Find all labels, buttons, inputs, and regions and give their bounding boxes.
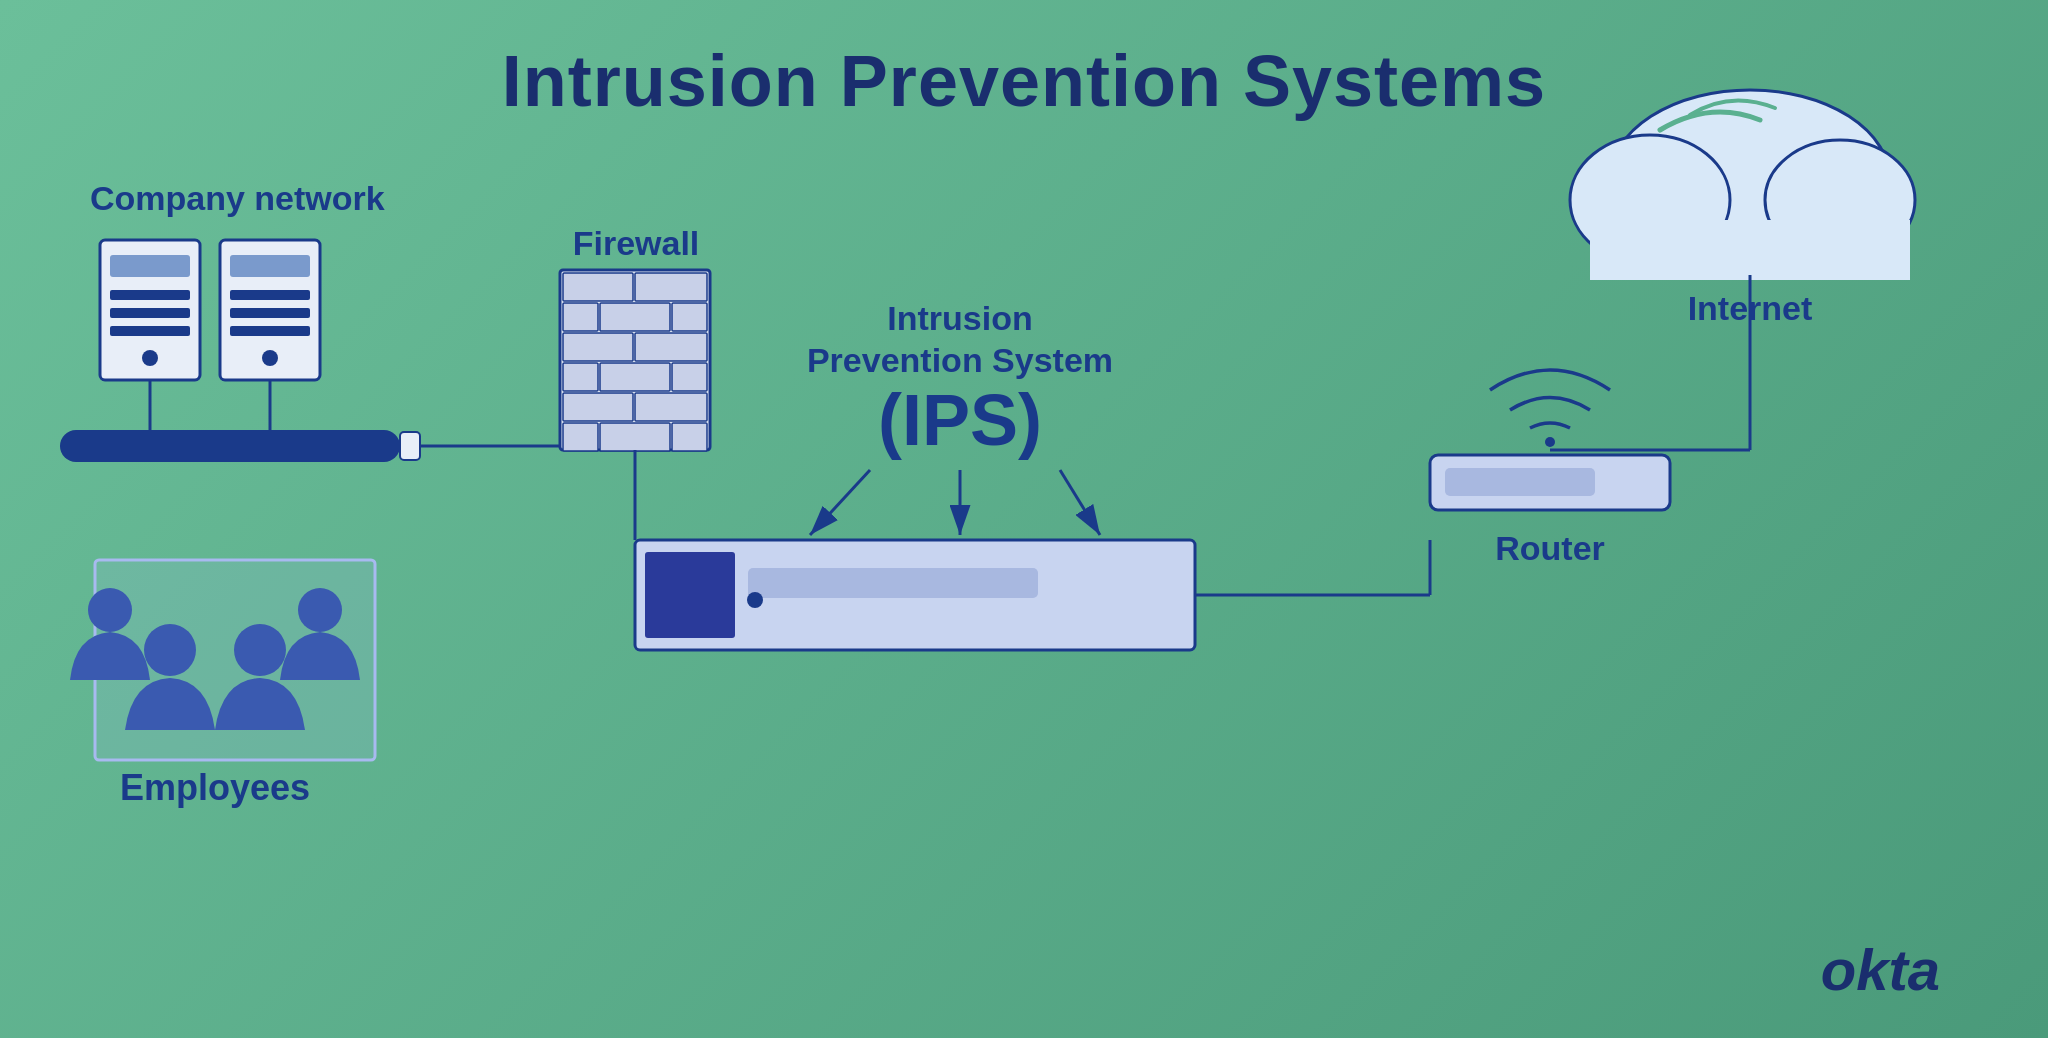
svg-point-43: [144, 624, 196, 676]
svg-rect-18: [563, 333, 633, 361]
svg-rect-28: [635, 540, 1195, 650]
svg-rect-2: [110, 290, 190, 300]
okta-brand: okta: [1821, 937, 1940, 1002]
svg-point-34: [1570, 135, 1730, 265]
internet-label: Internet: [1688, 289, 1813, 327]
employee-2: [280, 588, 360, 680]
employees-label: Employees: [120, 767, 310, 808]
router-icon: [1430, 370, 1670, 510]
switch-connector: [400, 432, 420, 460]
svg-point-38: [1545, 437, 1555, 447]
firewall-label: Firewall: [573, 224, 700, 262]
svg-rect-22: [672, 363, 707, 391]
svg-point-11: [262, 350, 278, 366]
employee-3: [125, 624, 215, 730]
server-2-icon: [220, 240, 320, 380]
page-title: Intrusion Prevention Systems: [0, 0, 2048, 122]
svg-rect-30: [748, 568, 1038, 598]
employees-box: [95, 560, 375, 760]
ips-title-line1: Intrusion: [887, 299, 1032, 337]
router-label: Router: [1495, 529, 1605, 567]
svg-rect-4: [110, 326, 190, 336]
server-1-icon: [100, 240, 200, 380]
svg-rect-0: [100, 240, 200, 380]
ips-device: [635, 540, 1195, 650]
svg-rect-36: [1590, 220, 1910, 280]
company-network-label: Company network: [90, 179, 385, 217]
svg-point-31: [747, 592, 763, 608]
svg-rect-7: [230, 255, 310, 277]
svg-rect-20: [563, 363, 598, 391]
firewall-icon: [560, 270, 710, 451]
svg-rect-3: [110, 308, 190, 318]
svg-rect-1: [110, 255, 190, 277]
arrow-left: [810, 470, 870, 535]
ips-abbrev: (IPS): [878, 380, 1042, 460]
svg-rect-15: [563, 303, 598, 331]
svg-point-44: [234, 624, 286, 676]
main-container: Intrusion Prevention Systems Company net…: [0, 0, 2048, 1038]
svg-rect-6: [220, 240, 320, 380]
svg-point-41: [88, 588, 132, 632]
arrow-right: [1060, 470, 1100, 535]
svg-point-42: [298, 588, 342, 632]
svg-rect-8: [230, 290, 310, 300]
svg-rect-12: [560, 270, 710, 450]
diagram-svg: Company network Firewall: [0, 0, 2048, 1038]
ips-title-line2: Prevention System: [807, 341, 1113, 379]
svg-rect-10: [230, 326, 310, 336]
svg-rect-21: [600, 363, 670, 391]
network-switch: [60, 430, 400, 462]
svg-rect-14: [635, 273, 707, 301]
svg-point-35: [1765, 140, 1915, 260]
svg-rect-16: [600, 303, 670, 331]
svg-rect-24: [635, 393, 707, 421]
svg-rect-40: [1445, 468, 1595, 496]
svg-rect-17: [672, 303, 707, 331]
svg-rect-9: [230, 308, 310, 318]
svg-rect-39: [1430, 455, 1670, 510]
svg-point-5: [142, 350, 158, 366]
svg-rect-19: [635, 333, 707, 361]
svg-rect-29: [645, 552, 735, 638]
svg-rect-26: [600, 423, 670, 451]
svg-rect-25: [563, 423, 598, 451]
svg-rect-13: [563, 273, 633, 301]
svg-rect-23: [563, 393, 633, 421]
employee-1: [70, 588, 150, 680]
employee-4: [215, 624, 305, 730]
svg-rect-27: [672, 423, 707, 451]
